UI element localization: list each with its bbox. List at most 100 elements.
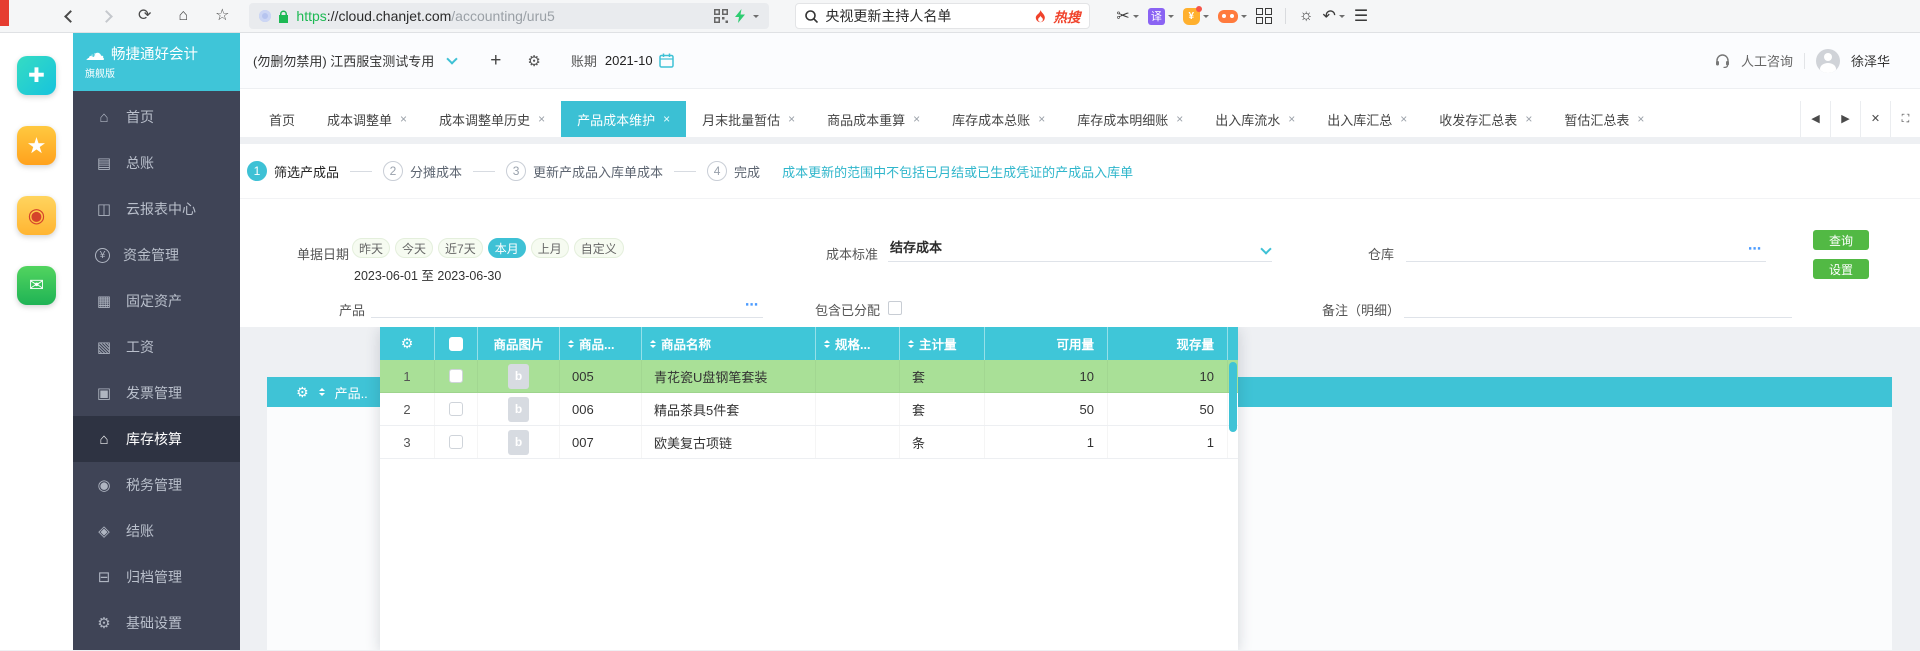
sidebar-item-fixed-assets[interactable]: ▦ 固定资产 bbox=[73, 278, 240, 324]
warehouse-picker-ellipsis[interactable]: ⋯ bbox=[1748, 241, 1762, 257]
column-gear-icon[interactable]: ⚙ bbox=[401, 335, 414, 352]
col-product-name[interactable]: 商品名称 bbox=[661, 334, 711, 353]
include-allocated-checkbox[interactable] bbox=[888, 301, 902, 315]
close-icon[interactable]: × bbox=[1288, 112, 1295, 126]
close-icon[interactable]: × bbox=[1637, 112, 1644, 126]
tab-receipt-dispatch-summary[interactable]: 收发存汇总表 × bbox=[1423, 101, 1548, 137]
pill-this-month[interactable]: 本月 bbox=[487, 238, 526, 258]
close-icon[interactable]: × bbox=[1176, 112, 1183, 126]
chanjet-app-icon[interactable]: ✚ bbox=[17, 56, 56, 95]
step-update-cost[interactable]: 3 更新产成品入库单成本 bbox=[506, 161, 663, 181]
table-row[interactable]: 3 b 007 欧美复古项链 条 1 1 bbox=[380, 426, 1238, 459]
row-checkbox[interactable] bbox=[449, 369, 463, 383]
mail-icon[interactable]: ✉ bbox=[17, 266, 56, 305]
row-checkbox[interactable] bbox=[449, 402, 463, 416]
account-gear-icon[interactable]: ⚙ bbox=[527, 52, 540, 70]
tab-inventory-cost-ledger[interactable]: 库存成本总账 × bbox=[936, 101, 1061, 137]
tab-month-end-estimate[interactable]: 月末批量暂估 × bbox=[686, 101, 811, 137]
menu-hamburger-icon[interactable]: ☰ bbox=[1354, 6, 1368, 26]
sidebar-item-invoices[interactable]: ▣ 发票管理 bbox=[73, 370, 240, 416]
calendar-icon[interactable] bbox=[658, 53, 674, 68]
column-gear-icon[interactable]: ⚙ bbox=[296, 384, 309, 401]
forward-icon[interactable] bbox=[100, 9, 113, 23]
scroll-tabs-right-icon[interactable]: ▶ bbox=[1830, 101, 1860, 137]
close-icon[interactable]: × bbox=[400, 112, 407, 126]
home-icon[interactable]: ⌂ bbox=[178, 8, 188, 24]
col-available-qty[interactable]: 可用量 bbox=[1056, 334, 1094, 353]
tab-estimate-summary[interactable]: 暂估汇总表 × bbox=[1548, 101, 1660, 137]
back-icon[interactable] bbox=[64, 9, 77, 23]
close-icon[interactable]: × bbox=[913, 112, 920, 126]
warehouse-input[interactable]: ⋯ bbox=[1406, 237, 1766, 262]
close-icon[interactable]: × bbox=[788, 112, 795, 126]
select-all-checkbox[interactable] bbox=[449, 336, 463, 351]
tab-inventory-cost-detail[interactable]: 库存成本明细账 × bbox=[1061, 101, 1199, 137]
table-row[interactable]: 1 b 005 青花瓷U盘钢笔套装 套 10 10 bbox=[380, 360, 1238, 393]
apps-grid-icon[interactable] bbox=[1255, 8, 1272, 24]
sort-icon[interactable] bbox=[650, 337, 656, 351]
product-picker-ellipsis[interactable]: ⋯ bbox=[745, 297, 759, 313]
pill-last-month[interactable]: 上月 bbox=[530, 238, 569, 258]
sidebar-item-cloud-reports[interactable]: ◫ 云报表中心 bbox=[73, 186, 240, 232]
theme-sun-icon[interactable]: ☼ bbox=[1299, 7, 1314, 25]
fullscreen-icon[interactable]: ⛶ bbox=[1890, 101, 1920, 137]
translate-tool[interactable]: 译 bbox=[1147, 7, 1174, 25]
scroll-tabs-left-icon[interactable]: ◀ bbox=[1800, 101, 1830, 137]
sidebar-item-inventory[interactable]: ⌂ 库存核算 bbox=[73, 416, 240, 462]
settings-button[interactable]: 设置 bbox=[1813, 259, 1869, 279]
bookmark-star-icon[interactable]: ☆ bbox=[215, 8, 229, 24]
table-row[interactable]: 2 b 006 精品茶具5件套 套 50 50 bbox=[380, 393, 1238, 426]
step-filter-products[interactable]: 1 筛选产成品 bbox=[247, 161, 339, 181]
sidebar-item-closing[interactable]: ◈ 结账 bbox=[73, 508, 240, 554]
weibo-icon[interactable]: ◉ bbox=[17, 196, 56, 235]
sidebar-item-tax[interactable]: ◉ 税务管理 bbox=[73, 462, 240, 508]
address-bar[interactable]: https://cloud.chanjet.com/accounting/uru… bbox=[249, 3, 770, 29]
browser-search-box[interactable]: 央视更新主持人名单 热搜 bbox=[795, 3, 1091, 29]
wallet-tool[interactable]: ¥ bbox=[1182, 5, 1209, 25]
favorites-star-icon[interactable]: ★ bbox=[17, 126, 56, 165]
cost-standard-select[interactable]: 结存成本 bbox=[888, 237, 1272, 262]
support-link[interactable]: 人工咨询 bbox=[1741, 51, 1793, 70]
extension-dot-icon[interactable] bbox=[259, 10, 272, 22]
popup-scrollbar[interactable] bbox=[1229, 362, 1237, 432]
step-finish[interactable]: 4 完成 bbox=[707, 161, 760, 181]
col-product-code[interactable]: 商品... bbox=[579, 334, 614, 353]
sidebar-item-salary[interactable]: ▧ 工资 bbox=[73, 324, 240, 370]
step-allocate-cost[interactable]: 2 分摊成本 bbox=[383, 161, 462, 181]
tab-home[interactable]: 首页 bbox=[253, 101, 311, 137]
close-icon[interactable]: × bbox=[663, 112, 670, 126]
tab-goods-cost-recalc[interactable]: 商品成本重算 × bbox=[811, 101, 936, 137]
col-spec[interactable]: 规格... bbox=[835, 334, 870, 353]
sort-icon[interactable] bbox=[568, 337, 574, 351]
company-name[interactable]: (勿删勿禁用) 江西服宝测试专用 bbox=[253, 51, 434, 70]
games-tool[interactable] bbox=[1217, 9, 1247, 23]
sort-icon[interactable] bbox=[318, 385, 325, 399]
pill-today[interactable]: 今天 bbox=[395, 238, 434, 258]
remark-input[interactable] bbox=[1404, 293, 1792, 318]
sidebar-item-home[interactable]: ⌂ 首页 bbox=[73, 94, 240, 140]
close-icon[interactable]: × bbox=[1400, 112, 1407, 126]
refresh-icon[interactable]: ⟳ bbox=[138, 8, 151, 24]
close-icon[interactable]: × bbox=[1525, 112, 1532, 126]
pill-custom[interactable]: 自定义 bbox=[573, 238, 624, 258]
clip-tool[interactable]: ✂ bbox=[1116, 6, 1139, 26]
col-unit[interactable]: 主计量 bbox=[919, 334, 957, 353]
row-checkbox[interactable] bbox=[449, 435, 463, 449]
tab-in-out-flow[interactable]: 出入库流水 × bbox=[1199, 101, 1311, 137]
pill-yesterday[interactable]: 昨天 bbox=[352, 238, 391, 258]
col-onhand-qty[interactable]: 现存量 bbox=[1176, 334, 1214, 353]
close-icon[interactable]: × bbox=[1038, 112, 1045, 126]
sort-icon[interactable] bbox=[908, 337, 914, 351]
sidebar-item-archive[interactable]: ⊟ 归档管理 bbox=[73, 554, 240, 600]
close-icon[interactable]: × bbox=[538, 112, 545, 126]
address-dropdown-icon[interactable] bbox=[753, 15, 760, 21]
qr-code-icon[interactable] bbox=[714, 9, 729, 23]
add-account-button[interactable]: + bbox=[490, 50, 501, 72]
tab-cost-adjustment-history[interactable]: 成本调整单历史 × bbox=[423, 101, 561, 137]
sort-icon[interactable] bbox=[824, 337, 830, 351]
company-dropdown-icon[interactable] bbox=[446, 53, 458, 65]
lightning-icon[interactable] bbox=[735, 9, 746, 23]
period-value[interactable]: 2021-10 bbox=[605, 53, 653, 68]
product-input[interactable]: ⋯ bbox=[371, 293, 763, 318]
hot-search-badge[interactable]: 热搜 bbox=[1053, 6, 1080, 26]
